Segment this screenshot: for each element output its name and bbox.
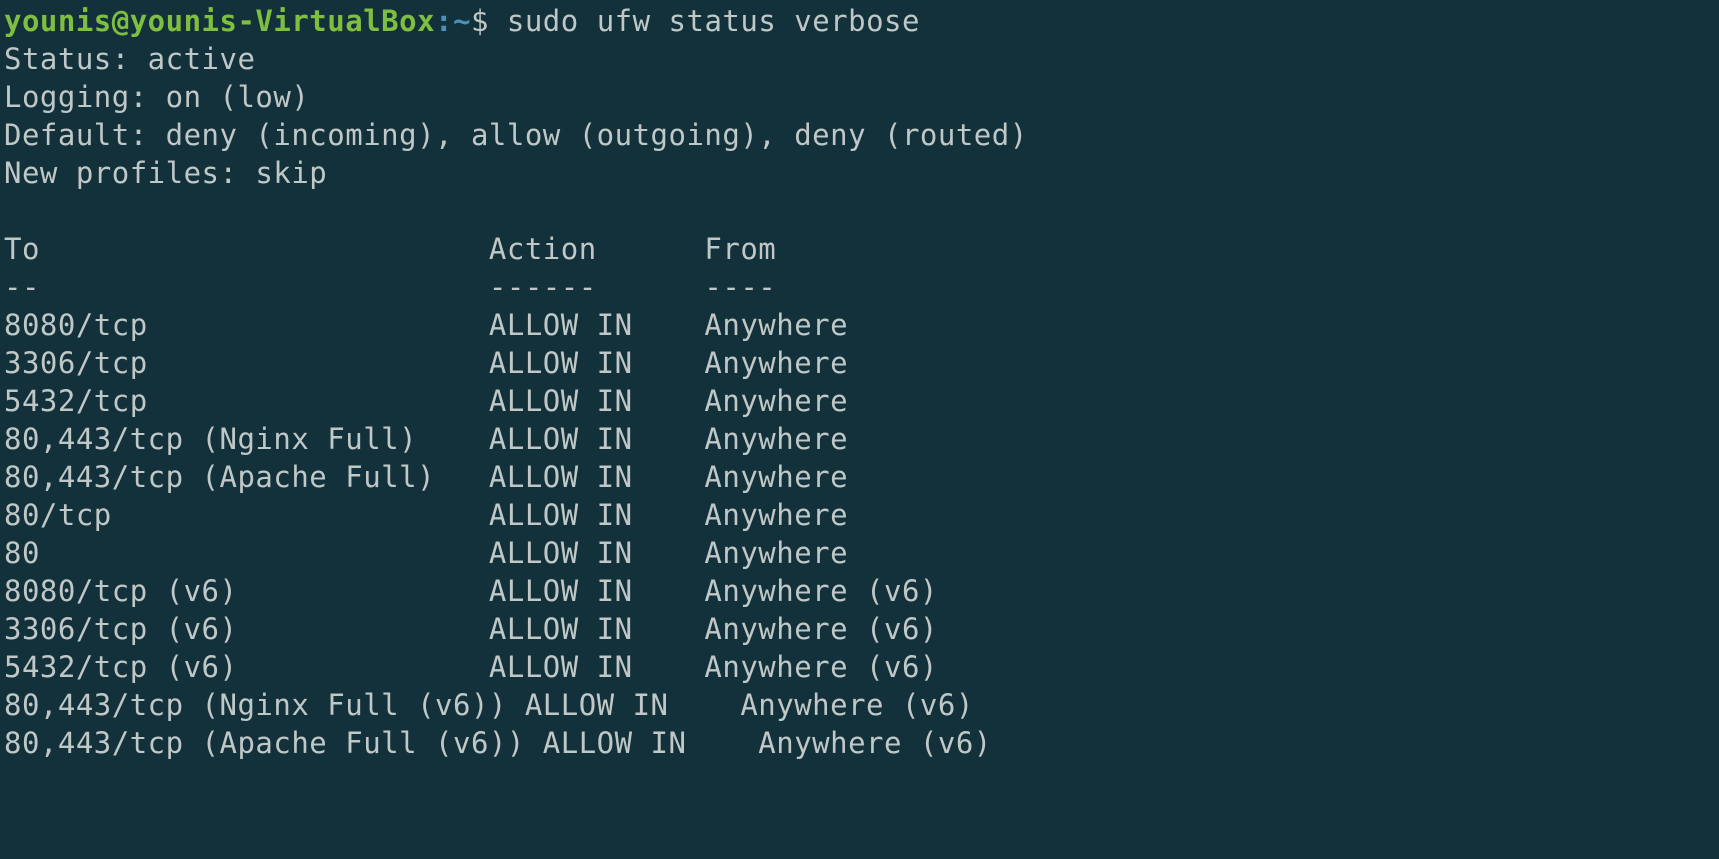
prompt-user-host: younis@younis-VirtualBox bbox=[4, 4, 435, 38]
table-row: 80/tcp ALLOW IN Anywhere bbox=[4, 498, 848, 532]
prompt-dollar: $ bbox=[471, 4, 507, 38]
table-row: 3306/tcp ALLOW IN Anywhere bbox=[4, 346, 848, 380]
table-row: 80,443/tcp (Apache Full) ALLOW IN Anywhe… bbox=[4, 460, 848, 494]
new-profiles-line: New profiles: skip bbox=[4, 156, 327, 190]
table-row: 80,443/tcp (Nginx Full) ALLOW IN Anywher… bbox=[4, 422, 848, 456]
command-text: sudo ufw status verbose bbox=[507, 4, 920, 38]
table-row: 8080/tcp ALLOW IN Anywhere bbox=[4, 308, 848, 342]
terminal[interactable]: younis@younis-VirtualBox:~$ sudo ufw sta… bbox=[0, 0, 1719, 762]
prompt-path: ~ bbox=[453, 4, 471, 38]
table-head: To Action From bbox=[4, 232, 776, 266]
table-row: 5432/tcp (v6) ALLOW IN Anywhere (v6) bbox=[4, 650, 938, 684]
logging-line: Logging: on (low) bbox=[4, 80, 309, 114]
table-row: 5432/tcp ALLOW IN Anywhere bbox=[4, 384, 848, 418]
table-dash: -- ------ ---- bbox=[4, 270, 776, 304]
prompt-colon: : bbox=[435, 4, 453, 38]
prompt-line: younis@younis-VirtualBox:~$ sudo ufw sta… bbox=[4, 4, 920, 38]
default-line: Default: deny (incoming), allow (outgoin… bbox=[4, 118, 1028, 152]
status-line: Status: active bbox=[4, 42, 255, 76]
table-row: 8080/tcp (v6) ALLOW IN Anywhere (v6) bbox=[4, 574, 938, 608]
table-row: 80,443/tcp (Apache Full (v6)) ALLOW IN A… bbox=[4, 726, 992, 760]
table-row: 3306/tcp (v6) ALLOW IN Anywhere (v6) bbox=[4, 612, 938, 646]
table-row: 80 ALLOW IN Anywhere bbox=[4, 536, 848, 570]
table-row: 80,443/tcp (Nginx Full (v6)) ALLOW IN An… bbox=[4, 688, 974, 722]
